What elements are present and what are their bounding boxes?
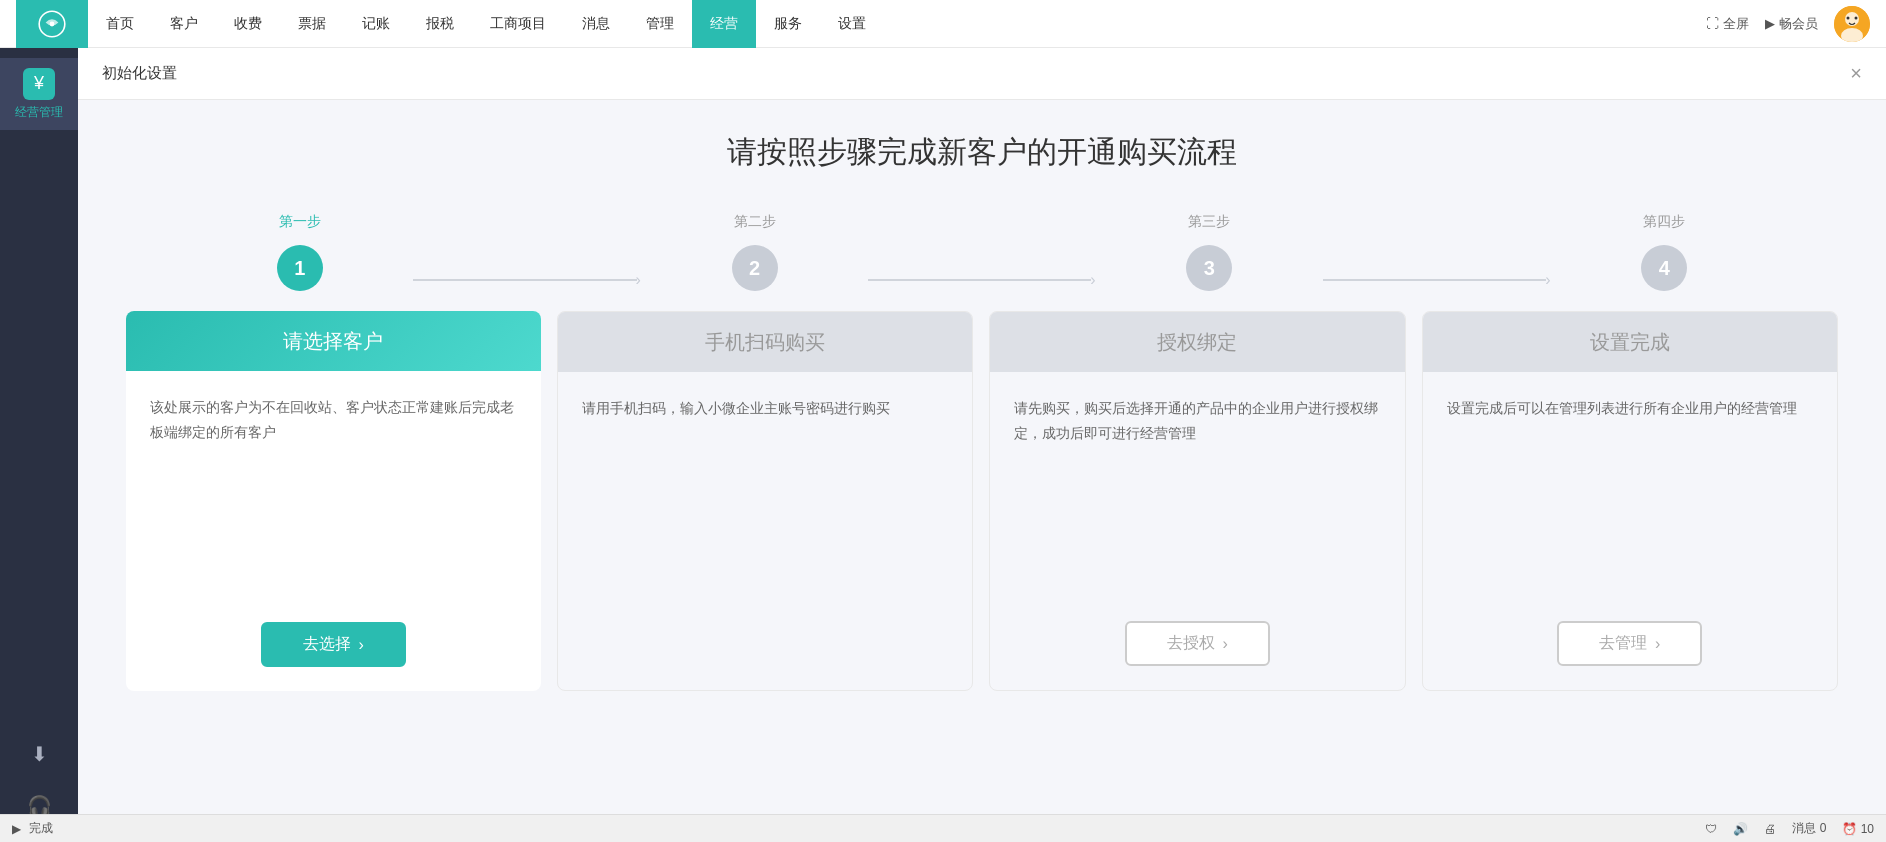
step-3-header: 第三步 3 bbox=[1096, 213, 1323, 291]
card-1-desc: 该处展示的客户为不在回收站、客户状态正常建账后完成老板端绑定的所有客户 bbox=[150, 395, 517, 445]
svg-point-5 bbox=[1847, 16, 1850, 19]
card-4-header: 设置完成 bbox=[1423, 312, 1838, 372]
card-3-title: 授权绑定 bbox=[1157, 329, 1237, 356]
card-step-2: 手机扫码购买 请用手机扫码，输入小微企业主账号密码进行购买 bbox=[557, 311, 974, 691]
card-step-1: 请选择客户 该处展示的客户为不在回收站、客户状态正常建账后完成老板端绑定的所有客… bbox=[126, 311, 541, 691]
print-icon: 🖨 bbox=[1764, 822, 1776, 836]
card-4-footer: 去管理 › bbox=[1423, 605, 1838, 690]
card-2-title: 手机扫码购买 bbox=[705, 329, 825, 356]
connector-1-2: › bbox=[413, 271, 640, 289]
step-1-header: 第一步 1 bbox=[186, 213, 413, 291]
close-button[interactable]: × bbox=[1850, 62, 1862, 85]
nav-item-服务[interactable]: 服务 bbox=[756, 0, 820, 48]
play-icon: ▶ bbox=[1765, 16, 1775, 31]
nav-item-消息[interactable]: 消息 bbox=[564, 0, 628, 48]
download-icon: ⬇ bbox=[31, 742, 48, 766]
connector-3-4: › bbox=[1323, 271, 1550, 289]
line-1-2 bbox=[413, 279, 636, 281]
card-4-desc: 设置完成后可以在管理列表进行所有企业用户的经营管理 bbox=[1447, 396, 1814, 421]
card-2-body: 请用手机扫码，输入小微企业主账号密码进行购买 bbox=[558, 372, 973, 650]
nav-item-工商项目[interactable]: 工商项目 bbox=[472, 0, 564, 48]
card-1-header: 请选择客户 bbox=[126, 311, 541, 371]
nav-item-设置[interactable]: 设置 bbox=[820, 0, 884, 48]
step-1-btn-arrow: › bbox=[359, 636, 364, 654]
status-bar: ▶ 完成 🛡 🔊 🖨 消息 0 ⏰ 10 bbox=[0, 814, 1886, 842]
main-layout: ¥ 经营管理 ⬇ 🎧 初始化设置 × 请按照步骤完成新客户的开通购买流程 bbox=[0, 48, 1886, 842]
nav-item-客户[interactable]: 客户 bbox=[152, 0, 216, 48]
card-2-footer bbox=[558, 650, 973, 690]
play-button[interactable]: ▶ bbox=[12, 822, 21, 836]
nav-item-经营[interactable]: 经营 bbox=[692, 0, 756, 48]
nav-item-首页[interactable]: 首页 bbox=[88, 0, 152, 48]
app-logo[interactable] bbox=[16, 0, 88, 48]
card-2-header: 手机扫码购买 bbox=[558, 312, 973, 372]
page-title: 初始化设置 bbox=[102, 64, 177, 83]
card-step-3: 授权绑定 请先购买，购买后选择开通的产品中的企业用户进行授权绑定，成功后即可进行… bbox=[989, 311, 1406, 691]
status-label: 完成 bbox=[29, 820, 53, 837]
step-3-btn-arrow: › bbox=[1223, 635, 1228, 653]
volume-icon: 🔊 bbox=[1733, 822, 1748, 836]
fullscreen-button[interactable]: ⛶ 全屏 bbox=[1706, 15, 1749, 33]
page-heading: 请按照步骤完成新客户的开通购买流程 bbox=[126, 132, 1838, 173]
shield-icon: 🛡 bbox=[1705, 822, 1717, 836]
nav-right: ⛶ 全屏 ▶ 畅会员 bbox=[1706, 6, 1870, 42]
top-nav: 首页客户收费票据记账报税工商项目消息管理经营服务设置 ⛶ 全屏 ▶ 畅会员 bbox=[0, 0, 1886, 48]
step-1-label: 第一步 bbox=[279, 213, 321, 231]
card-1-footer: 去选择 › bbox=[126, 606, 541, 691]
steps-visual: 第一步 1 › 第二步 2 › bbox=[126, 213, 1838, 291]
step-3-action-button[interactable]: 去授权 › bbox=[1125, 621, 1270, 666]
svg-point-1 bbox=[50, 21, 55, 26]
connector-2-3: › bbox=[868, 271, 1095, 289]
step-2-header: 第二步 2 bbox=[641, 213, 868, 291]
message-count: 消息 0 bbox=[1792, 820, 1826, 837]
fullscreen-icon: ⛶ bbox=[1706, 16, 1719, 31]
nav-item-收费[interactable]: 收费 bbox=[216, 0, 280, 48]
content-header: 初始化设置 × bbox=[78, 48, 1886, 100]
nav-item-票据[interactable]: 票据 bbox=[280, 0, 344, 48]
sidebar-item-jingying[interactable]: ¥ 经营管理 bbox=[0, 58, 78, 130]
avatar[interactable] bbox=[1834, 6, 1870, 42]
card-4-title: 设置完成 bbox=[1590, 329, 1670, 356]
card-3-desc: 请先购买，购买后选择开通的产品中的企业用户进行授权绑定，成功后即可进行经营管理 bbox=[1014, 396, 1381, 446]
status-bar-left: ▶ 完成 bbox=[12, 820, 53, 837]
step-4-circle: 4 bbox=[1641, 245, 1687, 291]
step-4-label: 第四步 bbox=[1643, 213, 1685, 231]
svg-point-6 bbox=[1855, 16, 1858, 19]
step-4-btn-arrow: › bbox=[1655, 635, 1660, 653]
step-1-action-button[interactable]: 去选择 › bbox=[261, 622, 406, 667]
line-3-4 bbox=[1323, 279, 1546, 281]
card-4-body: 设置完成后可以在管理列表进行所有企业用户的经营管理 bbox=[1423, 372, 1838, 605]
card-step-4: 设置完成 设置完成后可以在管理列表进行所有企业用户的经营管理 去管理 › bbox=[1422, 311, 1839, 691]
step-2-label: 第二步 bbox=[734, 213, 776, 231]
nav-item-记账[interactable]: 记账 bbox=[344, 0, 408, 48]
card-1-body: 该处展示的客户为不在回收站、客户状态正常建账后完成老板端绑定的所有客户 bbox=[126, 371, 541, 606]
nav-items: 首页客户收费票据记账报税工商项目消息管理经营服务设置 bbox=[88, 0, 1706, 48]
nav-item-管理[interactable]: 管理 bbox=[628, 0, 692, 48]
cards-row: 请选择客户 该处展示的客户为不在回收站、客户状态正常建账后完成老板端绑定的所有客… bbox=[126, 311, 1838, 691]
line-2-3 bbox=[868, 279, 1091, 281]
status-bar-right: 🛡 🔊 🖨 消息 0 ⏰ 10 bbox=[1705, 820, 1874, 837]
jingying-icon: ¥ bbox=[23, 68, 55, 100]
step-3-circle: 3 bbox=[1186, 245, 1232, 291]
clock-display: ⏰ 10 bbox=[1842, 822, 1874, 836]
member-button[interactable]: ▶ 畅会员 bbox=[1765, 15, 1818, 33]
step-1-circle: 1 bbox=[277, 245, 323, 291]
step-4-action-button[interactable]: 去管理 › bbox=[1557, 621, 1702, 666]
step-3-label: 第三步 bbox=[1188, 213, 1230, 231]
card-3-body: 请先购买，购买后选择开通的产品中的企业用户进行授权绑定，成功后即可进行经营管理 bbox=[990, 372, 1405, 605]
card-3-footer: 去授权 › bbox=[990, 605, 1405, 690]
sidebar: ¥ 经营管理 ⬇ 🎧 bbox=[0, 48, 78, 842]
page-body: 请按照步骤完成新客户的开通购买流程 第一步 1 › 第二步 2 bbox=[78, 100, 1886, 723]
step-2-circle: 2 bbox=[732, 245, 778, 291]
step-4-header: 第四步 4 bbox=[1551, 213, 1778, 291]
nav-item-报税[interactable]: 报税 bbox=[408, 0, 472, 48]
sidebar-download-btn[interactable]: ⬇ bbox=[0, 730, 78, 778]
card-3-header: 授权绑定 bbox=[990, 312, 1405, 372]
card-1-title: 请选择客户 bbox=[283, 328, 383, 355]
card-2-desc: 请用手机扫码，输入小微企业主账号密码进行购买 bbox=[582, 396, 949, 421]
main-content: 初始化设置 × 请按照步骤完成新客户的开通购买流程 第一步 1 › bbox=[78, 48, 1886, 842]
